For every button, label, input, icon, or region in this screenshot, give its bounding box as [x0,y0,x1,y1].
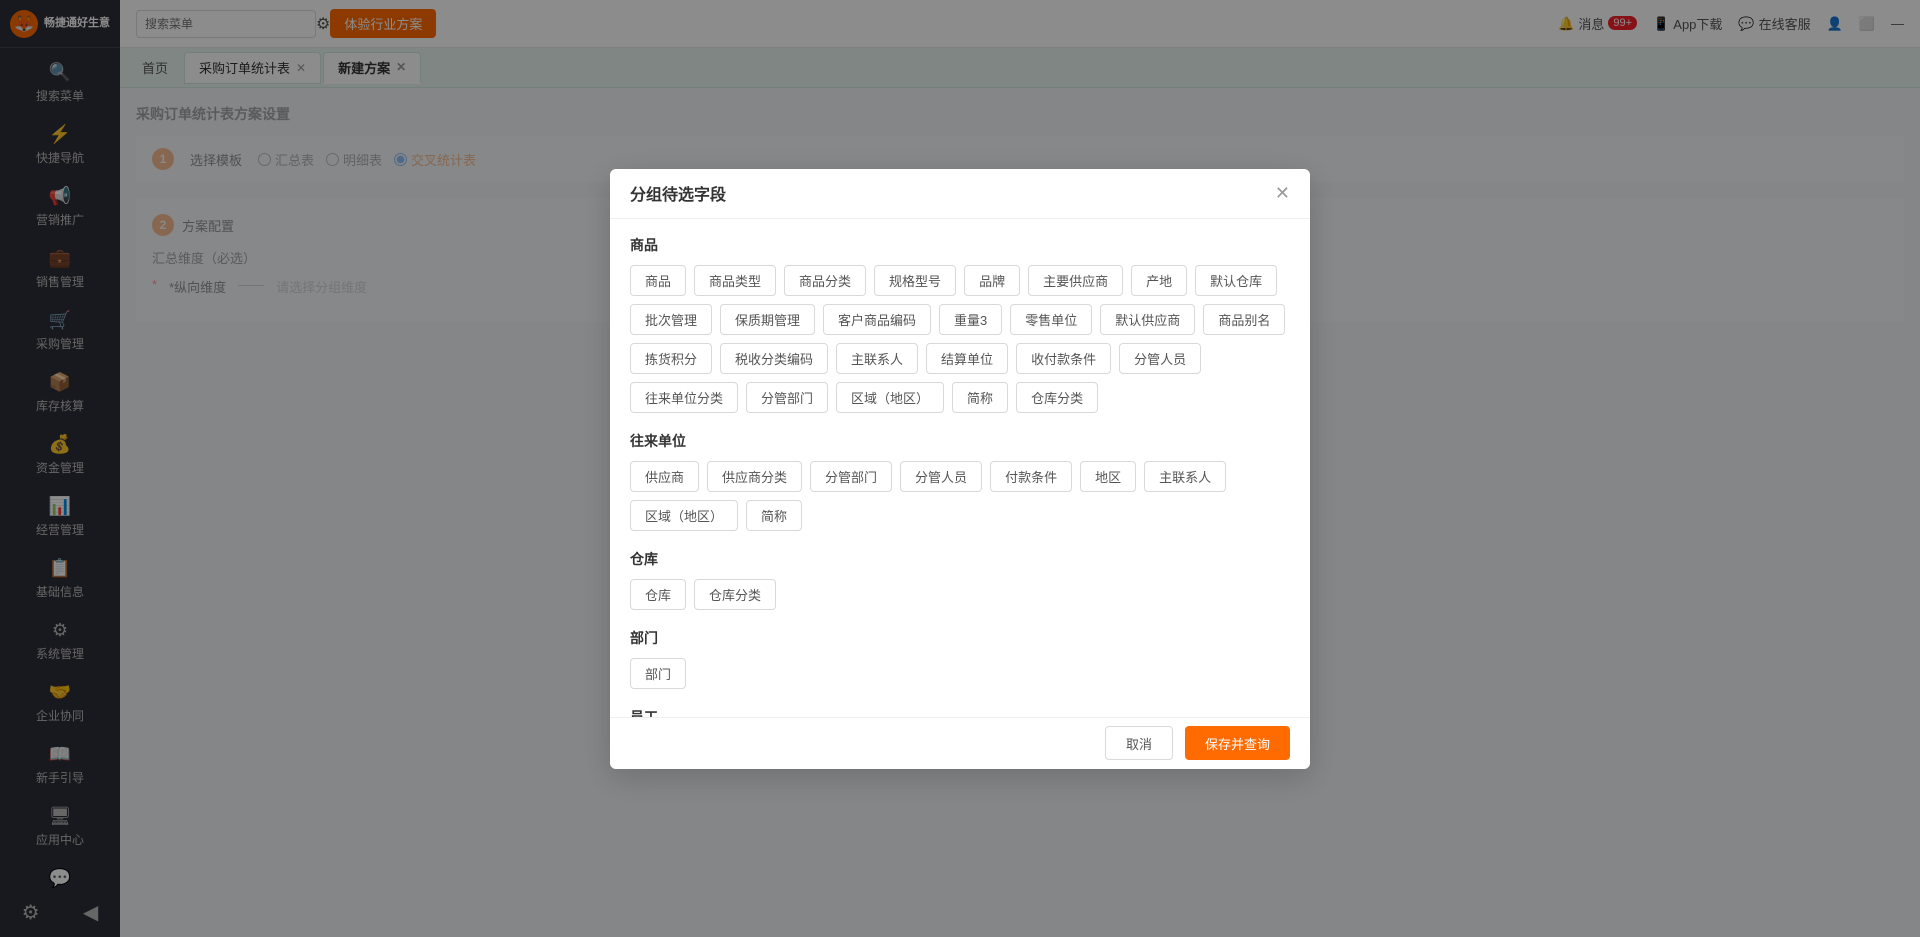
field-tags-partner: 供应商供应商分类分管部门分管人员付款条件地区主联系人区域（地区） 简称 [630,461,1290,531]
confirm-button[interactable]: 保存并查询 [1185,726,1290,760]
field-tag-拣货积分[interactable]: 拣货积分 [630,343,712,374]
field-tag-简称[interactable]: 简称 [746,500,802,531]
field-tag-默认供应商[interactable]: 默认供应商 [1100,304,1195,335]
field-tag-仓库分类[interactable]: 仓库分类 [694,579,776,610]
field-tag-客户商品编码[interactable]: 客户商品编码 [823,304,931,335]
field-tag-默认仓库[interactable]: 默认仓库 [1195,265,1277,296]
section-warehouse: 仓库仓库仓库分类 [630,549,1290,610]
field-tag-部门[interactable]: 部门 [630,658,686,689]
modal-header: 分组待选字段 ✕ [610,169,1310,219]
field-tag-区域（地区）[interactable]: 区域（地区） [836,382,944,413]
field-tag-收付款条件[interactable]: 收付款条件 [1016,343,1111,374]
section-title-partner: 往来单位 [630,431,1290,451]
field-tag-往来单位分类[interactable]: 往来单位分类 [630,382,738,413]
cancel-button[interactable]: 取消 [1105,726,1173,760]
field-tag-分管部门[interactable]: 分管部门 [746,382,828,413]
field-tags-department: 部门 [630,658,1290,689]
field-tag-税收分类编码[interactable]: 税收分类编码 [720,343,828,374]
field-tag-重量3[interactable]: 重量3 [939,304,1002,335]
modal-footer: 取消 保存并查询 [610,717,1310,769]
field-tag-保质期管理[interactable]: 保质期管理 [720,304,815,335]
modal-title: 分组待选字段 [630,181,726,205]
section-employee: 员工业务员 [630,707,1290,717]
section-title-department: 部门 [630,628,1290,648]
section-title-warehouse: 仓库 [630,549,1290,569]
modal-body[interactable]: 商品商品商品类型商品分类规格型号品牌主要供应商产地默认仓库批次管理保质期管理客户… [610,219,1310,717]
field-tags-product: 商品商品类型商品分类规格型号品牌主要供应商产地默认仓库批次管理保质期管理客户商品… [630,265,1290,413]
field-tag-供应商分类[interactable]: 供应商分类 [707,461,802,492]
field-tag-批次管理[interactable]: 批次管理 [630,304,712,335]
field-tag-分管人员[interactable]: 分管人员 [1119,343,1201,374]
section-product: 商品商品商品类型商品分类规格型号品牌主要供应商产地默认仓库批次管理保质期管理客户… [630,235,1290,413]
field-tags-warehouse: 仓库仓库分类 [630,579,1290,610]
field-tag-商品别名[interactable]: 商品别名 [1203,304,1285,335]
field-tag-品牌[interactable]: 品牌 [964,265,1020,296]
section-partner: 往来单位供应商供应商分类分管部门分管人员付款条件地区主联系人区域（地区） 简称 [630,431,1290,531]
section-title-product: 商品 [630,235,1290,255]
modal-close-button[interactable]: ✕ [1275,183,1290,204]
field-tag-主联系人[interactable]: 主联系人 [836,343,918,374]
modal-dialog: 分组待选字段 ✕ 商品商品商品类型商品分类规格型号品牌主要供应商产地默认仓库批次… [610,169,1310,769]
field-tag-产地[interactable]: 产地 [1131,265,1187,296]
field-tag-商品[interactable]: 商品 [630,265,686,296]
field-tag-分管人员[interactable]: 分管人员 [900,461,982,492]
field-tag-供应商[interactable]: 供应商 [630,461,699,492]
field-tag-商品类型[interactable]: 商品类型 [694,265,776,296]
field-tag-付款条件[interactable]: 付款条件 [990,461,1072,492]
field-tag-仓库分类[interactable]: 仓库分类 [1016,382,1098,413]
field-tag-结算单位[interactable]: 结算单位 [926,343,1008,374]
field-tag-商品分类[interactable]: 商品分类 [784,265,866,296]
field-tag-主要供应商[interactable]: 主要供应商 [1028,265,1123,296]
field-tag-主联系人[interactable]: 主联系人 [1144,461,1226,492]
field-tag-仓库[interactable]: 仓库 [630,579,686,610]
field-tag-规格型号[interactable]: 规格型号 [874,265,956,296]
section-title-employee: 员工 [630,707,1290,717]
section-department: 部门部门 [630,628,1290,689]
field-tag-简称[interactable]: 简称 [952,382,1008,413]
field-tag-分管部门[interactable]: 分管部门 [810,461,892,492]
field-tag-区域（地区）[interactable]: 区域（地区） [630,500,738,531]
field-tag-零售单位[interactable]: 零售单位 [1010,304,1092,335]
field-tag-地区[interactable]: 地区 [1080,461,1136,492]
